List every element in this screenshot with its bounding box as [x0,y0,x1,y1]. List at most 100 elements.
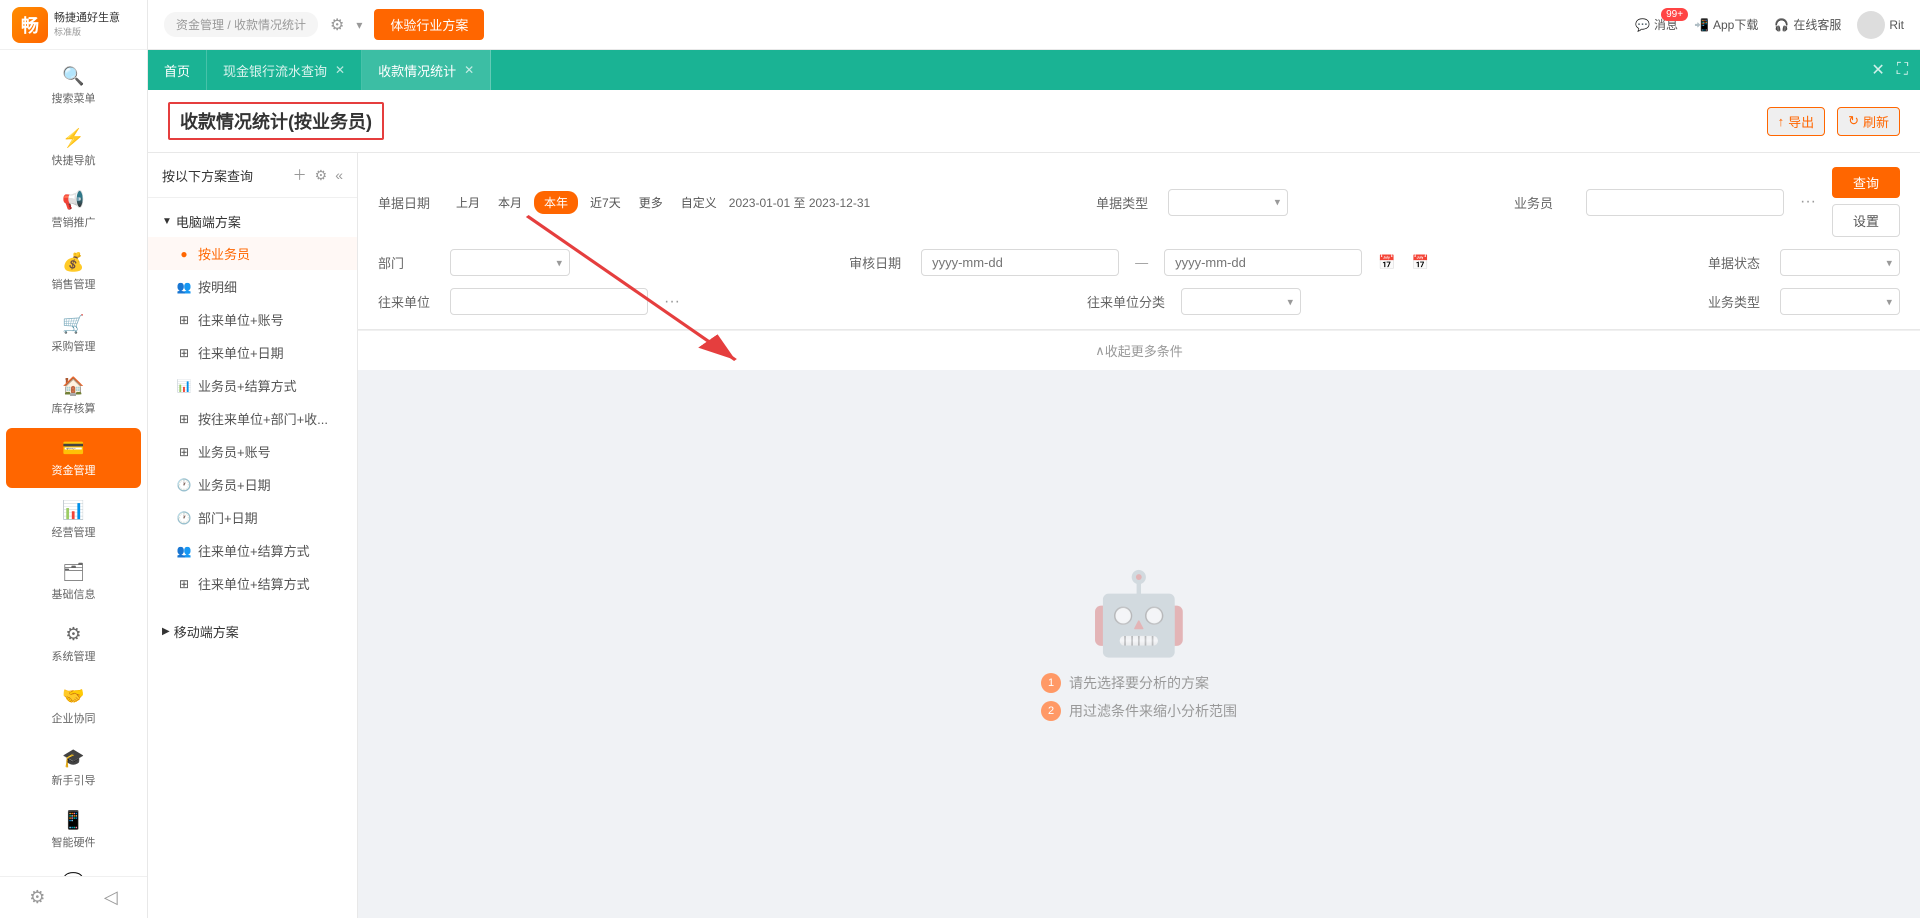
date-btn-custom[interactable]: 自定义 [675,191,723,214]
unit-input[interactable] [450,288,648,315]
tab-home[interactable]: 首页 [148,50,207,90]
left-panel: 按以下方案查询 ＋ ⚙ « ▼ 电脑端方案 ● 按业务员 [148,153,358,918]
scheme-item-salesman-date[interactable]: 🕐 业务员+日期 [148,468,357,501]
sidebar-item-capital[interactable]: 💳 资金管理 [6,428,141,488]
review-date-end-cal-icon[interactable]: 📅 [1412,254,1429,271]
tab-close-all-icon[interactable]: ✕ [1871,60,1884,80]
review-date-start[interactable] [921,249,1119,276]
salesman-input[interactable] [1586,189,1784,216]
smart-hw-icon: 📱 [62,810,84,831]
scheme-item-unit-dept[interactable]: ⊞ 按往来单位+部门+收... [148,402,357,435]
unit-more-icon[interactable]: ··· [664,293,680,311]
empty-icon: 🤖 [1089,567,1189,661]
scheme-item-salesman-settle[interactable]: 📊 业务员+结算方式 [148,369,357,402]
scheme-section-desktop: ▼ 电脑端方案 ● 按业务员 👥 按明细 ⊞ 往来单位+账号 [148,198,357,608]
sidebar-item-quick-nav[interactable]: ⚡ 快捷导航 [6,118,141,178]
sidebar-item-base-info[interactable]: 🗂 基础信息 [6,552,141,612]
sidebar-item-search-menu[interactable]: 🔍 搜索菜单 [6,56,141,116]
dept-date-icon: 🕐 [176,510,192,526]
panel-actions: ＋ ⚙ « [293,165,343,185]
header-breadcrumb: 资金管理 / 收款情况统计 [164,12,318,37]
doc-type-select[interactable] [1168,189,1288,216]
sidebar-item-inventory[interactable]: 🏠 库存核算 [6,366,141,426]
enterprise-icon: 🤝 [62,686,84,707]
date-btn-this-month[interactable]: 本月 [492,191,528,214]
footer-settings-icon[interactable]: ⚙ [29,887,45,908]
panel-collapse-icon[interactable]: « [335,167,343,183]
page-title: 收款情况统计(按业务员) [168,102,384,140]
operation-icon: 📊 [62,500,84,521]
user-avatar [1857,11,1885,39]
date-btn-7days[interactable]: 近7天 [584,191,627,214]
scheme-item-unit-settle[interactable]: 👥 往来单位+结算方式 [148,534,357,567]
doc-status-label: 单据状态 [1708,253,1764,272]
scheme-item-dept-date[interactable]: 🕐 部门+日期 [148,501,357,534]
page-header: 收款情况统计(按业务员) ↑ 导出 ↻ 刷新 [148,90,1920,153]
tab-bank-flow[interactable]: 现金银行流水查询 ✕ [207,50,362,90]
date-btn-this-year[interactable]: 本年 [534,191,578,214]
sidebar-item-guide[interactable]: 🎓 新手引导 [6,738,141,798]
sidebar-logo: 畅 畅捷通好生意 标准版 [0,0,147,50]
sidebar-item-smart-hw[interactable]: 📱 智能硬件 [6,800,141,860]
footer-collapse-icon[interactable]: ◁ [104,887,118,908]
scheme-item-unit-date[interactable]: ⊞ 往来单位+日期 [148,336,357,369]
sidebar-item-enterprise[interactable]: 🤝 企业协同 [6,676,141,736]
salesman-more-icon[interactable]: ··· [1800,193,1816,211]
sidebar-item-sales[interactable]: 💰 销售管理 [6,242,141,302]
review-date-end[interactable] [1164,249,1362,276]
sidebar-item-operation[interactable]: 📊 经营管理 [6,490,141,550]
by-salesman-icon: ● [176,246,192,262]
sidebar-item-purchase[interactable]: 🛒 采购管理 [6,304,141,364]
mobile-scheme-arrow: ▶ [162,626,170,637]
sidebar-item-system[interactable]: ⚙ 系统管理 [6,614,141,674]
panel-settings-icon[interactable]: ⚙ [315,167,328,184]
tab-collection-stat[interactable]: 收款情况统计 ✕ [362,50,491,90]
tip-1-text: 请先选择要分析的方案 [1069,673,1209,693]
panel-title: 按以下方案查询 [162,166,253,185]
tab-expand-icon[interactable]: ⛶ [1897,61,1908,79]
desktop-scheme-title[interactable]: ▼ 电脑端方案 [148,206,357,237]
doc-status-select[interactable] [1780,249,1900,276]
tip-2-num: 2 [1041,701,1061,721]
tab-collection-stat-close[interactable]: ✕ [464,63,474,77]
header-settings-icon[interactable]: ⚙ [330,15,344,35]
scheme-section-mobile: ▶ 移动端方案 [148,608,357,655]
salesman-settle-icon: 📊 [176,378,192,394]
biz-type-select[interactable] [1780,288,1900,315]
header-dropdown-icon[interactable]: ▾ [356,18,362,32]
tabs-right-actions: ✕ ⛶ [1859,50,1920,90]
scheme-item-unit-settle2[interactable]: ⊞ 往来单位+结算方式 [148,567,357,600]
dept-select-wrap [450,249,570,276]
sidebar-item-marketing[interactable]: 📢 营销推广 [6,180,141,240]
review-date-label: 审核日期 [849,253,905,272]
export-button[interactable]: ↑ 导出 [1767,107,1826,136]
scheme-item-salesman-account[interactable]: ⊞ 业务员+账号 [148,435,357,468]
doc-type-label: 单据类型 [1096,193,1152,212]
online-service-button[interactable]: 🎧 在线客服 [1774,16,1841,33]
inventory-icon: 🏠 [62,376,84,397]
filter-actions: 查询 设置 [1832,167,1900,237]
sidebar-item-wechat[interactable]: 💬 企业微信 [6,862,141,876]
settings-button[interactable]: 设置 [1832,204,1900,237]
query-button[interactable]: 查询 [1832,167,1900,198]
refresh-button[interactable]: ↻ 刷新 [1837,107,1900,136]
message-button[interactable]: 💬 消息 99+ [1635,16,1678,33]
solution-button[interactable]: 体验行业方案 [374,9,484,40]
dept-select[interactable] [450,249,570,276]
collapse-more-btn[interactable]: ∧ 收起更多条件 [358,330,1920,370]
scheme-item-by-detail[interactable]: 👥 按明细 [148,270,357,303]
system-icon: ⚙ [65,624,81,645]
date-btn-more[interactable]: 更多 [633,191,669,214]
tab-bank-flow-close[interactable]: ✕ [335,63,345,77]
service-icon: 🎧 [1774,18,1789,32]
mobile-scheme-title[interactable]: ▶ 移动端方案 [148,616,357,647]
date-btn-last-month[interactable]: 上月 [450,191,486,214]
review-date-start-cal-icon[interactable]: 📅 [1378,254,1395,271]
scheme-item-by-salesman[interactable]: ● 按业务员 [148,237,357,270]
app-label: App下载 [1713,16,1758,33]
panel-add-icon[interactable]: ＋ [293,165,307,185]
scheme-item-unit-account[interactable]: ⊞ 往来单位+账号 [148,303,357,336]
date-range-display: 2023-01-01 至 2023-12-31 [729,194,870,211]
unit-category-select[interactable] [1181,288,1301,315]
app-download-button[interactable]: 📲 App下载 [1694,16,1758,33]
